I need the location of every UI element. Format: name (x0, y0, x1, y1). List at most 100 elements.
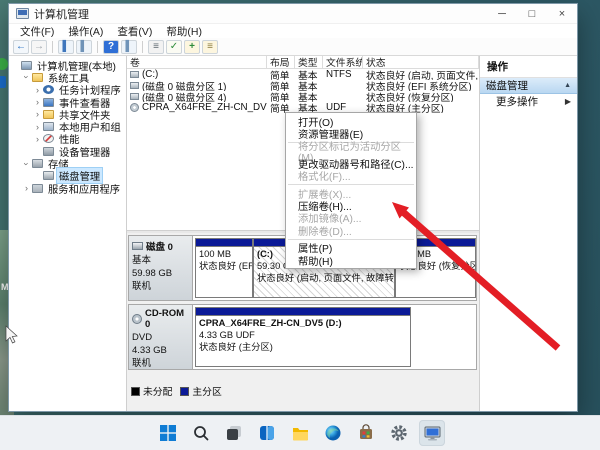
maximize-button[interactable]: □ (517, 4, 547, 23)
show-tree-icon[interactable]: ▌ (58, 40, 74, 54)
toolbar-separator (142, 41, 143, 53)
store-icon[interactable] (353, 420, 379, 446)
tree-expander-icon[interactable]: › (33, 97, 42, 107)
edge-icon[interactable] (320, 420, 346, 446)
context-menu: 打开(O)资源管理器(E)将分区标记为活动分区(M)更改驱动器号和路径(C)..… (285, 112, 417, 269)
menu-3[interactable]: 帮助(H) (159, 24, 209, 39)
dvd-media-box[interactable]: CPRA_X64FRE_ZH-CN_DV5 (D:) 4.33 GB UDF 状… (195, 307, 411, 367)
tree-expander-icon[interactable]: › (22, 183, 31, 193)
tree-item-services[interactable]: ›服务和应用程序 (9, 182, 126, 194)
volume-cell: CPRA_X64FRE_ZH-CN_DV5 (D:) (127, 102, 267, 113)
details-icon[interactable]: ≡ (202, 40, 218, 54)
tree-expander-icon[interactable]: › (33, 109, 42, 119)
console-window-icon[interactable]: ▌ (76, 40, 92, 54)
partition-color-strip (196, 308, 410, 316)
search-icon[interactable] (188, 420, 214, 446)
desktop-icon-partial (0, 58, 8, 70)
menu-2[interactable]: 查看(V) (110, 24, 159, 39)
disk-icon (130, 71, 139, 78)
help-icon[interactable]: ? (103, 40, 119, 54)
partition-size: 100 MB (199, 248, 249, 260)
volume-row-2[interactable]: (磁盘 0 磁盘分区 4)简单基本状态良好 (恢复分区) (127, 91, 479, 102)
settings-gear-icon[interactable] (386, 420, 412, 446)
menu-bar: 文件(F)操作(A)查看(V)帮助(H) (9, 24, 577, 38)
actions-disk-management[interactable]: 磁盘管理 ▲ (480, 78, 577, 94)
volume-cell: 状态良好 (EFI 系统分区) (363, 80, 479, 91)
volume-cell: 基本 (295, 69, 323, 80)
disk0-status: 联机 (132, 281, 190, 294)
device-manager-icon (43, 147, 54, 156)
check-doc-icon[interactable]: ✓ (166, 40, 182, 54)
cdrom0-type: DVD (132, 332, 190, 345)
shared-folders-icon (43, 110, 54, 119)
partition-status: 状态良好 (EFI 系统分区) (199, 260, 249, 272)
actions-disk-management-label: 磁盘管理 (486, 78, 528, 93)
volume-cell: (C:) (127, 69, 267, 80)
cdrom0-info[interactable]: CD-ROM 0 DVD 4.33 GB 联机 (129, 305, 193, 369)
titlebar[interactable]: 计算机管理 ─ □ × (9, 4, 577, 24)
folder-icon (32, 73, 43, 82)
start-button[interactable] (155, 420, 181, 446)
menu-1[interactable]: 操作(A) (61, 24, 110, 39)
disk-icon (130, 82, 139, 89)
dvd-status: 状态良好 (主分区) (199, 341, 407, 353)
partition-body: 100 MB状态良好 (EFI 系统分区) (196, 247, 252, 273)
forward-icon[interactable]: → (31, 40, 47, 54)
actions-more[interactable]: 更多操作 ▶ (480, 94, 577, 109)
dvd-label: CPRA_X64FRE_ZH-CN_DV5 (D:) (199, 317, 407, 329)
task-view-icon[interactable] (221, 420, 247, 446)
menu-0[interactable]: 文件(F) (13, 24, 61, 39)
legend-label: 未分配 (143, 384, 172, 398)
column-header-1[interactable]: 布局 (267, 56, 295, 68)
tree-expander-icon[interactable]: › (22, 73, 32, 82)
volume-row-0[interactable]: (C:)简单基本NTFS状态良好 (启动, 页面文件, 故障转储, 基本数据分.… (127, 69, 479, 80)
column-header-4[interactable]: 状态 (363, 56, 479, 68)
legend-item-1: 主分区 (180, 384, 221, 398)
volume-cell: (磁盘 0 磁盘分区 4) (127, 91, 267, 102)
partition-legend: 未分配 主分区 (131, 384, 222, 398)
disk0-info[interactable]: 磁盘 0 基本 59.98 GB 联机 (129, 236, 193, 300)
tree-expander-icon[interactable]: › (33, 122, 42, 132)
volume-cell: 简单 (267, 91, 295, 102)
scheduler-icon (43, 85, 54, 94)
legend-swatch (131, 387, 140, 396)
computer-management-taskbar-icon[interactable] (419, 420, 445, 446)
close-button[interactable]: × (547, 4, 577, 23)
collapse-icon[interactable]: ▲ (564, 82, 571, 89)
cdrom0-row: CD-ROM 0 DVD 4.33 GB 联机 CPRA_X64FRE_ZH-C… (128, 304, 477, 370)
disk-icon (132, 242, 143, 250)
context-menu-item-10: 删除卷(D)... (286, 224, 416, 236)
tree-expander-icon[interactable]: › (22, 159, 32, 168)
legend-label: 主分区 (192, 384, 221, 398)
volume-cell: 基本 (295, 91, 323, 102)
back-icon[interactable]: ← (13, 40, 29, 54)
disk0-partition-0[interactable]: 100 MB状态良好 (EFI 系统分区) (195, 238, 253, 298)
expand-icon: ▶ (565, 97, 571, 106)
tree-expander-icon[interactable]: › (33, 134, 42, 144)
toolbar-separator (97, 41, 98, 53)
cd-icon (130, 103, 139, 112)
performance-icon (43, 134, 54, 143)
cd-icon (132, 314, 142, 324)
column-header-0[interactable]: 卷 (127, 56, 267, 68)
file-explorer-icon[interactable] (287, 420, 313, 446)
disk0-size: 59.98 GB (132, 268, 190, 281)
column-header-3[interactable]: 文件系统 (323, 56, 363, 68)
disk-icon (130, 93, 139, 100)
widgets-icon[interactable] (254, 420, 280, 446)
context-menu-item-13[interactable]: 帮助(H) (286, 254, 416, 266)
volume-cell: 状态良好 (启动, 页面文件, 故障转储, 基本数据分... (363, 69, 479, 80)
add-folder-icon[interactable]: + (184, 40, 200, 54)
volume-row-1[interactable]: (磁盘 0 磁盘分区 1)简单基本状态良好 (EFI 系统分区) (127, 80, 479, 91)
actions-header: 操作 (480, 56, 577, 78)
minimize-button[interactable]: ─ (487, 4, 517, 23)
console-window-icon-2[interactable]: ▌ (121, 40, 137, 54)
storage-icon (32, 159, 43, 168)
legend-item-0: 未分配 (131, 384, 172, 398)
tree-expander-icon[interactable]: › (33, 85, 42, 95)
cdrom0-status: 联机 (132, 358, 190, 371)
tool-icon[interactable]: ≡ (148, 40, 164, 54)
column-header-2[interactable]: 类型 (295, 56, 323, 68)
cdrom0-size: 4.33 GB (132, 345, 190, 358)
app-icon (16, 8, 29, 19)
